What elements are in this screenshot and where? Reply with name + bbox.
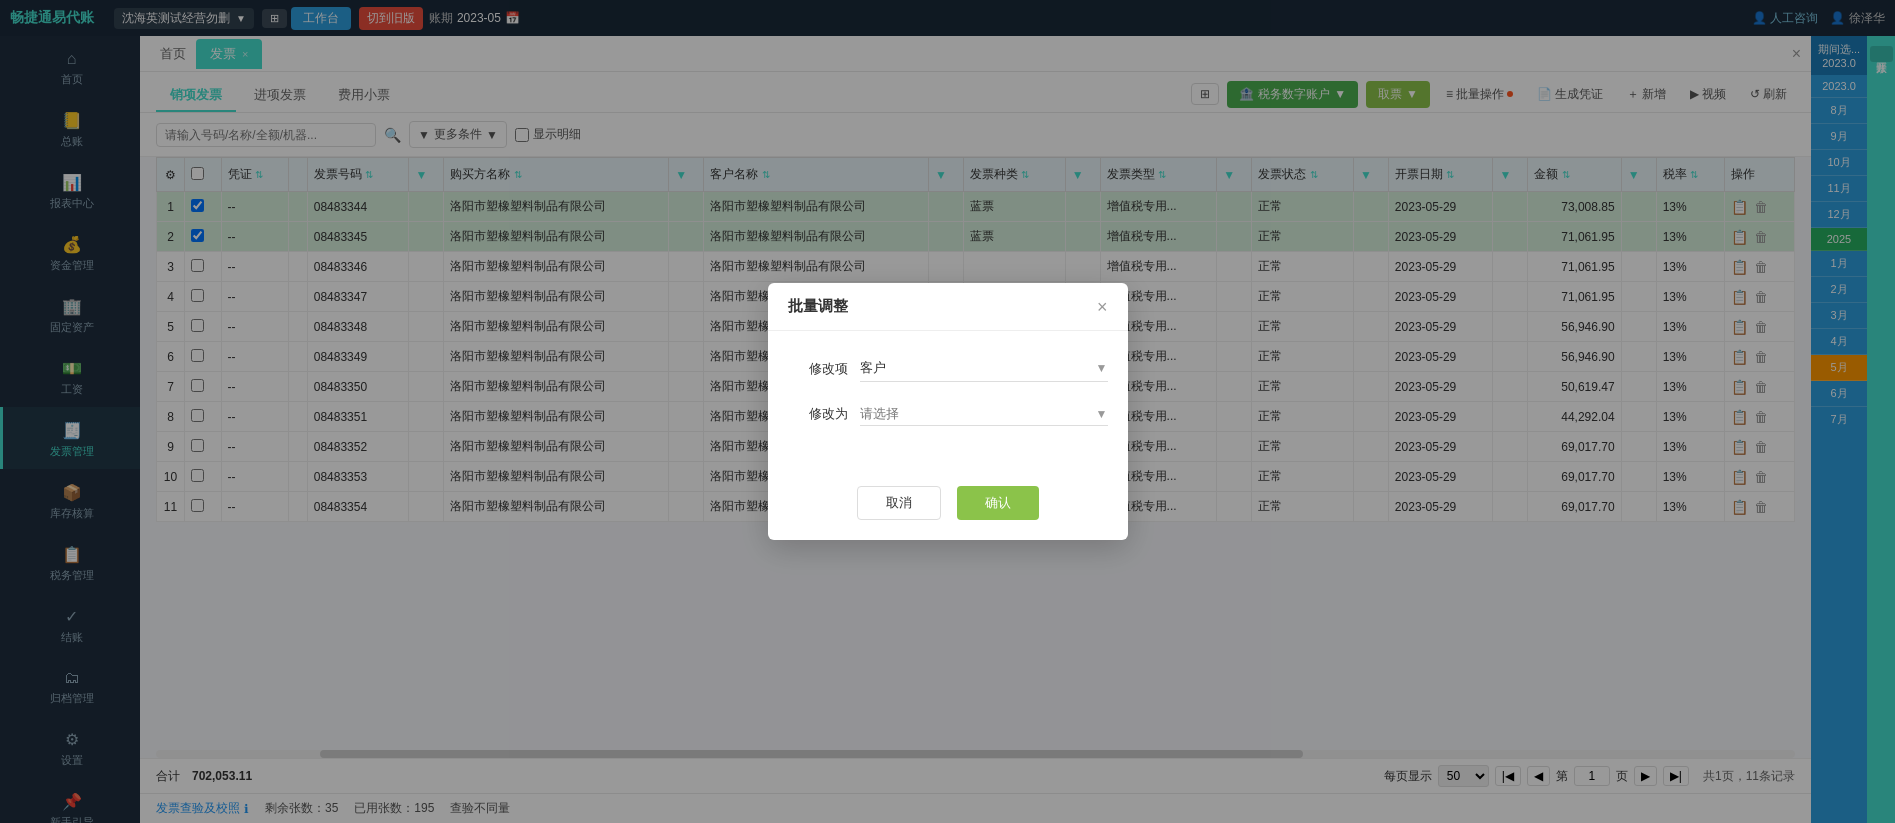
modal-header: 批量调整 × (768, 283, 1128, 331)
modal-overlay[interactable]: 批量调整 × 修改项 客户 ▼ 修改为 ▼ 取消 确认 (0, 0, 1895, 823)
batch-adjust-modal: 批量调整 × 修改项 客户 ▼ 修改为 ▼ 取消 确认 (768, 283, 1128, 540)
modify-field-arrow-icon: ▼ (1096, 361, 1108, 375)
modal-footer: 取消 确认 (768, 470, 1128, 540)
modify-field-label: 修改项 (788, 360, 848, 378)
modify-field-value: 客户 (860, 359, 1096, 377)
confirm-button[interactable]: 确认 (957, 486, 1039, 520)
modify-field-select[interactable]: 客户 ▼ (860, 355, 1108, 382)
modify-to-arrow-icon: ▼ (1096, 407, 1108, 421)
modify-field-row: 修改项 客户 ▼ (788, 355, 1108, 382)
modify-to-row: 修改为 ▼ (788, 402, 1108, 426)
modal-body: 修改项 客户 ▼ 修改为 ▼ (768, 331, 1128, 470)
modal-title: 批量调整 (788, 297, 848, 316)
modal-close-btn[interactable]: × (1097, 298, 1108, 316)
modify-to-select[interactable]: ▼ (860, 402, 1108, 426)
cancel-button[interactable]: 取消 (857, 486, 941, 520)
modify-to-label: 修改为 (788, 405, 848, 423)
modify-to-input[interactable] (860, 406, 1096, 421)
